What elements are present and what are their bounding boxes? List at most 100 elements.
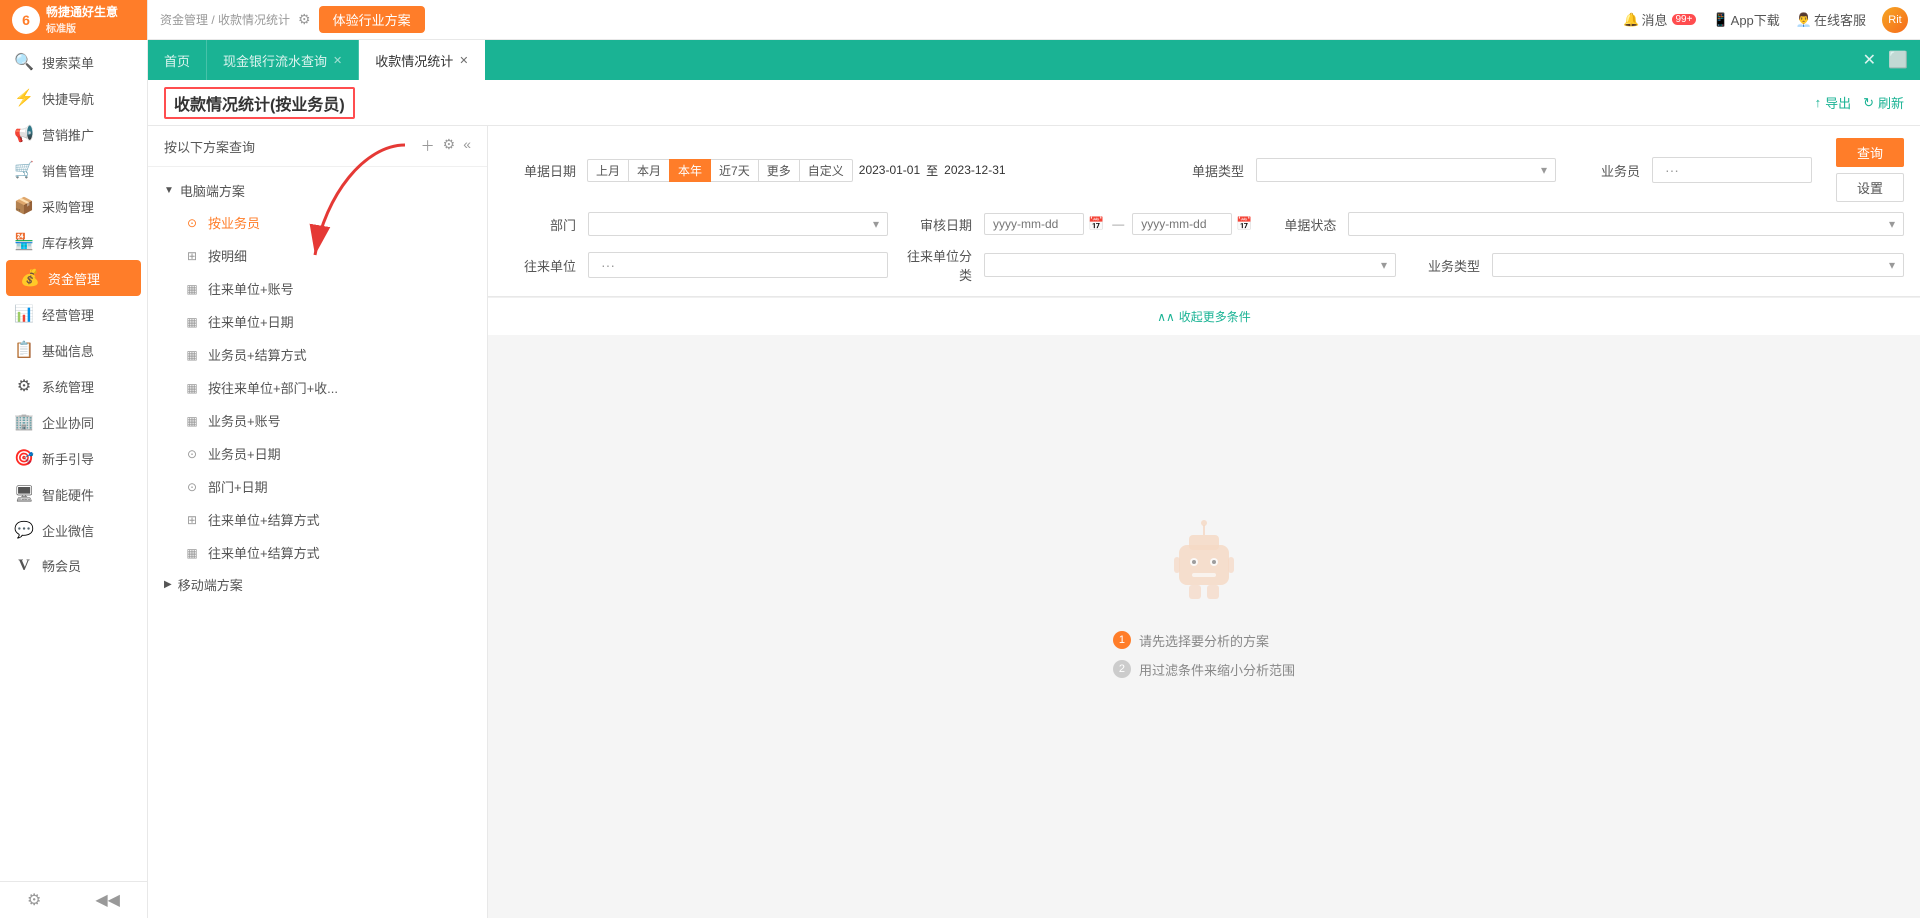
scheme-settings-icon[interactable]: ⚙	[443, 136, 456, 156]
user-area[interactable]: Rit	[1882, 7, 1908, 33]
scheme-item-sales-date[interactable]: ⊙ 业务员+日期	[148, 437, 487, 470]
query-button[interactable]: 查询	[1836, 138, 1904, 167]
partner-label: 往来单位	[504, 256, 576, 275]
biz-type-select[interactable]: ▾	[1492, 253, 1904, 277]
audit-date-to[interactable]	[1132, 213, 1232, 235]
wechat-icon: 💬	[14, 520, 34, 540]
scheme-item-partner-settle2[interactable]: ▦ 往来单位+结算方式	[148, 536, 487, 569]
date-tab-this-year[interactable]: 本年	[669, 159, 711, 182]
salesperson-dots[interactable]: ···	[1665, 162, 1679, 178]
sales-icon: 🛒	[14, 160, 34, 180]
scheme-item-partner-account[interactable]: ▦ 往来单位+账号	[148, 272, 487, 305]
message-button[interactable]: 🔔 消息 99+	[1623, 10, 1696, 29]
app-name: 畅捷通好生意	[46, 5, 118, 19]
collapse-bar[interactable]: ∧∧ 收起更多条件	[488, 297, 1920, 335]
sidebar-item-corp[interactable]: 🏢 企业协同	[0, 404, 147, 440]
tab-home[interactable]: 首页	[148, 40, 207, 80]
collapse-panel-button[interactable]: «	[463, 136, 471, 156]
date-filter-control: 上月 本月 本年 近7天 更多 自定义 2023-01-01 至 2023-12…	[588, 159, 1160, 182]
scheme-icon: ▦	[184, 281, 200, 297]
scheme-group-pc-header[interactable]: ▼ 电脑端方案	[148, 175, 487, 206]
gear-icon[interactable]: ⚙	[298, 11, 311, 28]
voucher-type-select[interactable]: ▾	[1256, 158, 1556, 182]
salesperson-label: 业务员	[1568, 161, 1640, 180]
scheme-item-label: 业务员+结算方式	[208, 345, 307, 364]
sidebar-item-hardware[interactable]: 🖥 智能硬件	[0, 476, 147, 512]
group-collapse-icon: ▶	[164, 579, 172, 590]
sidebar-item-purchase[interactable]: 📦 采购管理	[0, 188, 147, 224]
app-download-button[interactable]: 📱 App下载	[1712, 10, 1779, 29]
sidebar-item-wechat[interactable]: 💬 企业微信	[0, 512, 147, 548]
dept-select[interactable]: ▾	[588, 212, 888, 236]
scheme-item-dept-date[interactable]: ⊙ 部门+日期	[148, 470, 487, 503]
dept-label: 部门	[504, 215, 576, 234]
partner-category-label: 往来单位分类	[900, 246, 972, 284]
dropdown-icon: ▾	[1541, 163, 1547, 177]
date-tab-custom[interactable]: 自定义	[799, 159, 853, 182]
scheme-icon: ⊞	[184, 248, 200, 264]
calendar-from-icon[interactable]: 📅	[1088, 216, 1104, 232]
scheme-item-sales-settlement[interactable]: ▦ 业务员+结算方式	[148, 338, 487, 371]
scheme-item-label: 按明细	[208, 246, 247, 265]
sidebar-item-finance[interactable]: 💰 资金管理	[6, 260, 141, 296]
tab-bank[interactable]: 现金银行流水查询 ✕	[207, 40, 359, 80]
sidebar-item-system[interactable]: ⚙ 系统管理	[0, 368, 147, 404]
scheme-icon: ⊞	[184, 512, 200, 528]
scheme-group-mobile-header[interactable]: ▶ 移动端方案	[148, 569, 487, 600]
scheme-item-partner-settle1[interactable]: ⊞ 往来单位+结算方式	[148, 503, 487, 536]
sidebar-item-basic[interactable]: 📋 基础信息	[0, 332, 147, 368]
date-tab-last-month[interactable]: 上月	[587, 159, 629, 182]
scheme-group-mobile: ▶ 移动端方案	[148, 569, 487, 600]
voucher-status-select[interactable]: ▾	[1348, 212, 1904, 236]
scheme-item-partner-dept[interactable]: ▦ 按往来单位+部门+收...	[148, 371, 487, 404]
date-tab-7days[interactable]: 近7天	[710, 159, 759, 182]
sidebar-item-operation[interactable]: 📊 经营管理	[0, 296, 147, 332]
sidebar-item-search[interactable]: 🔍 搜索菜单	[0, 44, 147, 80]
scheme-item-sales-account[interactable]: ▦ 业务员+账号	[148, 404, 487, 437]
salesperson-select[interactable]: ···	[1652, 157, 1812, 183]
tab-bank-close[interactable]: ✕	[333, 54, 342, 67]
export-button[interactable]: ↑ 导出	[1815, 93, 1852, 112]
audit-date-from[interactable]	[984, 213, 1084, 235]
add-scheme-button[interactable]: ＋	[421, 136, 435, 156]
date-tab-more[interactable]: 更多	[758, 159, 800, 182]
sidebar-item-member[interactable]: V 畅会员	[0, 548, 147, 583]
scheme-item-detail[interactable]: ⊞ 按明细	[148, 239, 487, 272]
date-tab-this-month[interactable]: 本月	[628, 159, 670, 182]
biz-type-label: 业务类型	[1408, 256, 1480, 275]
tab-collection-close[interactable]: ✕	[459, 54, 468, 67]
scheme-item-salesperson[interactable]: ⊙ 按业务员	[148, 206, 487, 239]
quick-icon: ⚡	[14, 88, 34, 108]
sidebar-item-quick[interactable]: ⚡ 快捷导航	[0, 80, 147, 116]
voucher-type-label: 单据类型	[1172, 161, 1244, 180]
tab-bar-actions: ✕ ⬜	[1851, 50, 1920, 70]
calendar-to-icon[interactable]: 📅	[1236, 216, 1252, 232]
sidebar-item-label: 资金管理	[48, 269, 100, 288]
window-close-icon[interactable]: ✕	[1863, 50, 1876, 70]
main-wrapper: 资金管理 / 收款情况统计 ⚙ 体验行业方案 🔔 消息 99+ 📱 App下载 …	[148, 0, 1920, 918]
window-maximize-icon[interactable]: ⬜	[1888, 50, 1908, 70]
tab-collection[interactable]: 收款情况统计 ✕	[359, 40, 485, 80]
refresh-button[interactable]: ↻ 刷新	[1863, 93, 1904, 112]
sidebar-settings-icon[interactable]: ⚙	[27, 890, 41, 910]
date-dash: —	[1108, 217, 1128, 231]
sidebar-collapse-icon[interactable]: ◀◀	[95, 890, 120, 910]
operation-icon: 📊	[14, 304, 34, 324]
sidebar-item-newbie[interactable]: 🎯 新手引导	[0, 440, 147, 476]
scheme-item-partner-date[interactable]: ▦ 往来单位+日期	[148, 305, 487, 338]
partner-select[interactable]: ···	[588, 252, 888, 278]
trial-button[interactable]: 体验行业方案	[319, 6, 425, 33]
partner-dots[interactable]: ···	[601, 257, 615, 273]
sidebar-item-marketing[interactable]: 📢 营销推广	[0, 116, 147, 152]
setting-button[interactable]: 设置	[1836, 173, 1904, 202]
purchase-icon: 📦	[14, 196, 34, 216]
service-icon: 👨‍💼	[1796, 12, 1812, 28]
sidebar-item-inventory[interactable]: 🏪 库存核算	[0, 224, 147, 260]
sidebar-item-sales[interactable]: 🛒 销售管理	[0, 152, 147, 188]
collapse-label: 收起更多条件	[1179, 308, 1251, 325]
group-expand-icon: ▼	[164, 185, 174, 196]
scheme-icon: ▦	[184, 413, 200, 429]
scheme-item-label: 按业务员	[208, 213, 260, 232]
partner-category-select[interactable]: ▾	[984, 253, 1396, 277]
online-service-button[interactable]: 👨‍💼 在线客服	[1796, 10, 1866, 29]
